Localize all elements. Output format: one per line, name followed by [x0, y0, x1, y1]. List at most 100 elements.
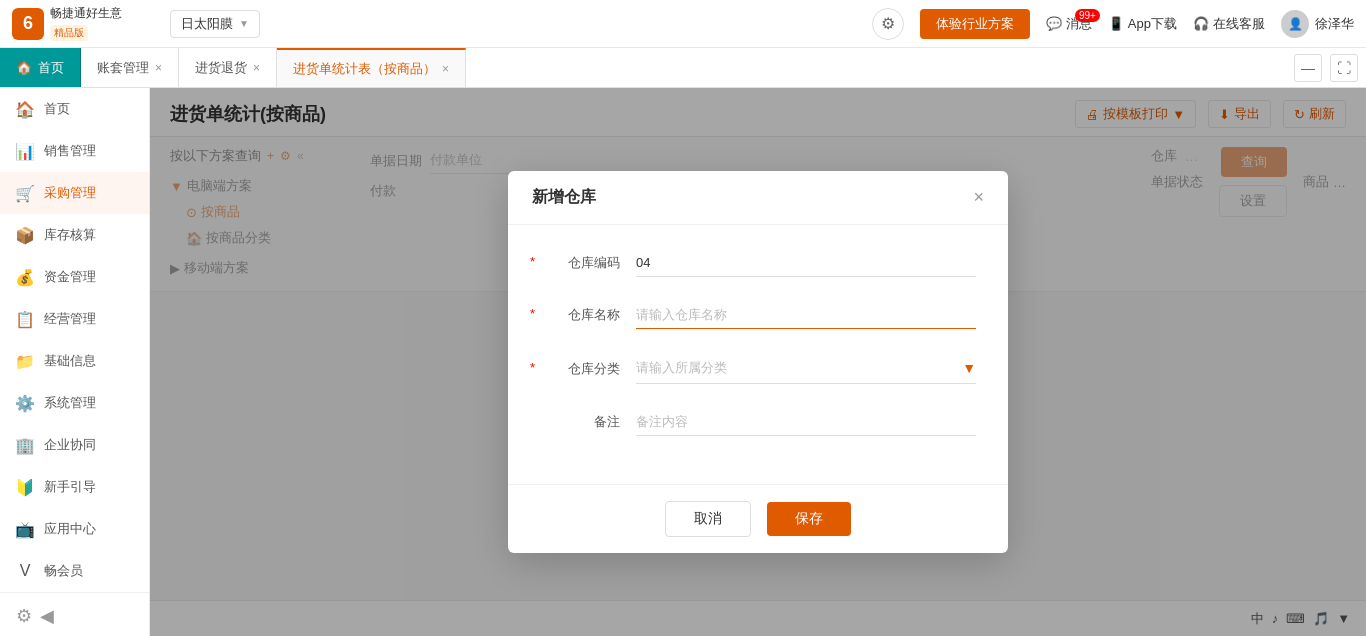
sidebar-item-enterprise[interactable]: 🏢 企业协同 [0, 424, 149, 466]
logo-area: 6 畅捷通好生意 精品版 [12, 6, 162, 41]
chevron-down-icon: ▼ [962, 360, 976, 376]
header-icons: ⚙ 体验行业方案 💬 消息 99+ 📱 App下载 🎧 在线客服 👤 徐泽华 [872, 8, 1354, 40]
sidebar-expand-button[interactable]: ◀ [40, 605, 54, 627]
tab-minimize-button[interactable]: — [1294, 54, 1322, 82]
sidebar-label-system: 系统管理 [44, 394, 96, 412]
basic-info-icon: 📁 [16, 352, 34, 370]
code-input[interactable] [636, 249, 976, 277]
chevron-down-icon: ▼ [239, 18, 249, 29]
operations-icon: 📋 [16, 310, 34, 328]
close-icon[interactable]: × [973, 187, 984, 208]
category-placeholder: 请输入所属分类 [636, 359, 727, 377]
remark-label: 备注 [540, 413, 620, 431]
store-selector[interactable]: 日太阳膜 ▼ [170, 10, 260, 38]
header-right: 💬 消息 99+ 📱 App下载 🎧 在线客服 👤 徐泽华 [1046, 10, 1354, 38]
sidebar-item-basic-info[interactable]: 📁 基础信息 [0, 340, 149, 382]
guide-icon: 🔰 [16, 478, 34, 496]
close-icon[interactable]: × [155, 61, 162, 75]
system-icon: ⚙️ [16, 394, 34, 412]
tabbar: 🏠 首页 账套管理 × 进货退货 × 进货单统计表（按商品） × — ⛶ [0, 48, 1366, 88]
sidebar-item-finance[interactable]: 💰 资金管理 [0, 256, 149, 298]
sidebar-item-operations[interactable]: 📋 经营管理 [0, 298, 149, 340]
sidebar-item-purchase[interactable]: 🛒 采购管理 [0, 172, 149, 214]
code-label: 仓库编码 [540, 254, 620, 272]
inventory-icon: 📦 [16, 226, 34, 244]
category-select[interactable]: 请输入所属分类 ▼ [636, 353, 976, 384]
user-avatar-area[interactable]: 👤 徐泽华 [1281, 10, 1354, 38]
tab-purchase-return[interactable]: 进货退货 × [179, 48, 277, 87]
tab-purchase-stats[interactable]: 进货单统计表（按商品） × [277, 48, 466, 87]
sidebar-label-finance: 资金管理 [44, 268, 96, 286]
cancel-button[interactable]: 取消 [665, 501, 751, 537]
sidebar-label-inventory: 库存核算 [44, 226, 96, 244]
sidebar: 🏠 首页 📊 销售管理 🛒 采购管理 📦 库存核算 💰 资金管理 📋 经营管理 … [0, 88, 150, 636]
sidebar-label-purchase: 采购管理 [44, 184, 96, 202]
content-area: 进货单统计(按商品) 🖨 按模板打印 ▼ ⬇ 导出 ↻ 刷新 [150, 88, 1366, 636]
sidebar-item-sales[interactable]: 📊 销售管理 [0, 130, 149, 172]
tab-account-label: 账套管理 [97, 59, 149, 77]
notification-badge: 99+ [1075, 9, 1100, 22]
form-item-remark: 备注 [540, 408, 976, 436]
home-icon: 🏠 [16, 100, 34, 118]
tab-purchase-return-label: 进货退货 [195, 59, 247, 77]
form-item-name: 仓库名称 [540, 301, 976, 329]
sidebar-item-system[interactable]: ⚙️ 系统管理 [0, 382, 149, 424]
notification-button[interactable]: 💬 消息 99+ [1046, 15, 1092, 33]
tab-expand-button[interactable]: ⛶ [1330, 54, 1358, 82]
name-input[interactable] [636, 301, 976, 329]
form-item-code: 仓库编码 [540, 249, 976, 277]
message-icon: 💬 [1046, 16, 1062, 31]
top-header: 6 畅捷通好生意 精品版 日太阳膜 ▼ ⚙ 体验行业方案 💬 消息 99+ 📱 … [0, 0, 1366, 48]
sidebar-item-home[interactable]: 🏠 首页 [0, 88, 149, 130]
sidebar-label-operations: 经营管理 [44, 310, 96, 328]
try-industry-button[interactable]: 体验行业方案 [920, 9, 1030, 39]
sidebar-bottom: ⚙ ◀ [0, 592, 149, 636]
tab-home-label: 首页 [38, 59, 64, 77]
sidebar-label-enterprise: 企业协同 [44, 436, 96, 454]
save-button[interactable]: 保存 [767, 502, 851, 536]
enterprise-icon: 🏢 [16, 436, 34, 454]
tab-account-management[interactable]: 账套管理 × [81, 48, 179, 87]
modal-overlay: 新增仓库 × 仓库编码 仓库名称 仓库分类 [150, 88, 1366, 636]
tab-home[interactable]: 🏠 首页 [0, 48, 81, 87]
purchase-icon: 🛒 [16, 184, 34, 202]
sidebar-label-home: 首页 [44, 100, 70, 118]
sidebar-item-vip[interactable]: V 畅会员 [0, 550, 149, 592]
modal-header: 新增仓库 × [508, 171, 1008, 225]
app-download-button[interactable]: 📱 App下载 [1108, 15, 1177, 33]
mobile-icon: 📱 [1108, 16, 1124, 31]
online-service-button[interactable]: 🎧 在线客服 [1193, 15, 1265, 33]
sidebar-label-basic-info: 基础信息 [44, 352, 96, 370]
logo-text: 畅捷通好生意 [50, 6, 122, 22]
close-icon[interactable]: × [442, 62, 449, 76]
modal-new-warehouse: 新增仓库 × 仓库编码 仓库名称 仓库分类 [508, 171, 1008, 553]
finance-icon: 💰 [16, 268, 34, 286]
apps-icon: 📺 [16, 520, 34, 538]
sidebar-settings-button[interactable]: ⚙ [16, 605, 32, 627]
store-name: 日太阳膜 [181, 15, 233, 33]
sidebar-label-apps: 应用中心 [44, 520, 96, 538]
sidebar-label-vip: 畅会员 [44, 562, 83, 580]
remark-input[interactable] [636, 408, 976, 436]
category-label: 仓库分类 [540, 360, 620, 378]
sidebar-item-inventory[interactable]: 📦 库存核算 [0, 214, 149, 256]
sidebar-item-guide[interactable]: 🔰 新手引导 [0, 466, 149, 508]
sidebar-label-sales: 销售管理 [44, 142, 96, 160]
form-item-category: 仓库分类 请输入所属分类 ▼ [540, 353, 976, 384]
modal-footer: 取消 保存 [508, 484, 1008, 553]
modal-title: 新增仓库 [532, 187, 596, 208]
sidebar-item-apps[interactable]: 📺 应用中心 [0, 508, 149, 550]
name-label: 仓库名称 [540, 306, 620, 324]
main-layout: 🏠 首页 📊 销售管理 🛒 采购管理 📦 库存核算 💰 资金管理 📋 经营管理 … [0, 88, 1366, 636]
tab-purchase-stats-label: 进货单统计表（按商品） [293, 60, 436, 78]
vip-icon: V [16, 562, 34, 580]
close-icon[interactable]: × [253, 61, 260, 75]
logo-badge: 精品版 [50, 25, 88, 41]
modal-body: 仓库编码 仓库名称 仓库分类 请输入所属分类 ▼ [508, 225, 1008, 484]
gear-button[interactable]: ⚙ [872, 8, 904, 40]
username-label: 徐泽华 [1315, 15, 1354, 33]
headset-icon: 🎧 [1193, 16, 1209, 31]
avatar: 👤 [1281, 10, 1309, 38]
sidebar-label-guide: 新手引导 [44, 478, 96, 496]
logo-icon: 6 [12, 8, 44, 40]
